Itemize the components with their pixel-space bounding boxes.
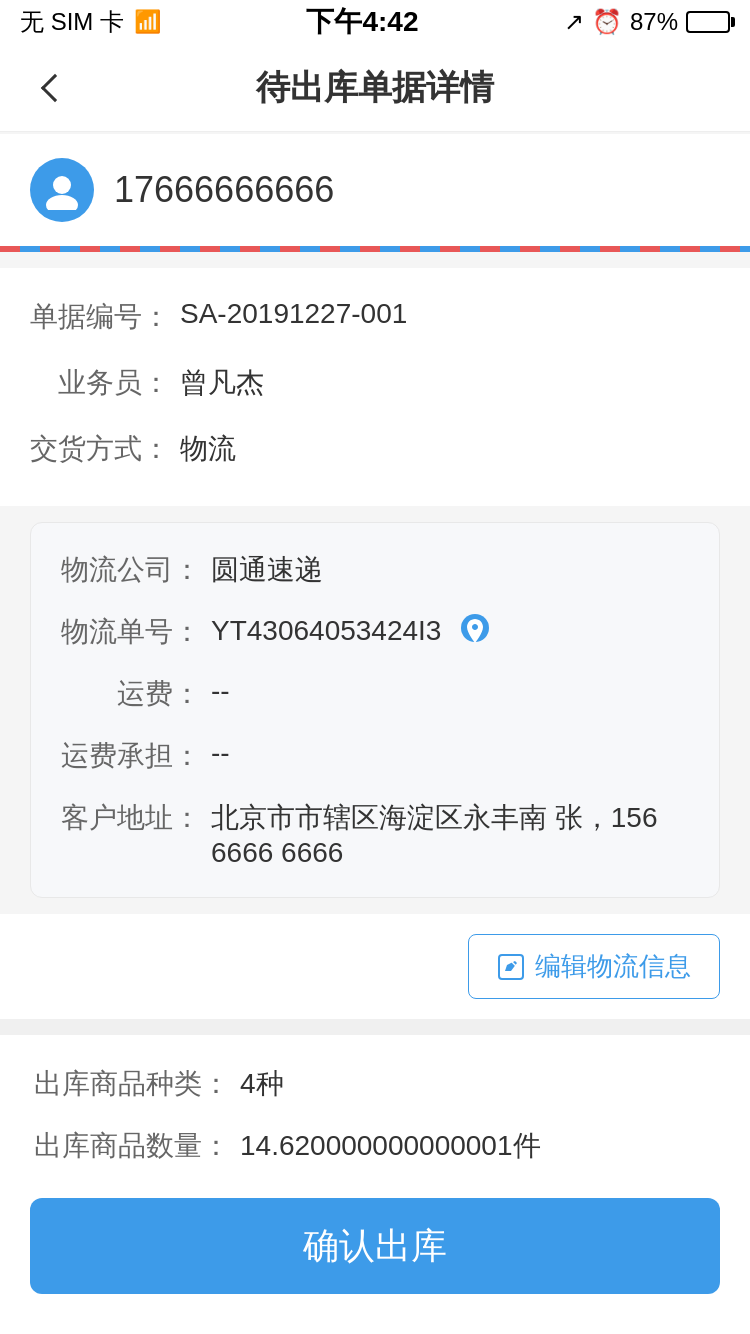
- edit-logistics-area: 编辑物流信息: [0, 914, 750, 1019]
- goods-qty-label: 出库商品数量：: [30, 1127, 230, 1165]
- back-button[interactable]: [30, 63, 80, 113]
- freight-label: 运费：: [61, 675, 201, 713]
- status-time: 下午4:42: [306, 3, 418, 41]
- address-label: 客户地址：: [61, 799, 201, 837]
- status-right: ↗ ⏰ 87%: [564, 8, 730, 36]
- customer-header: 17666666666: [0, 134, 750, 246]
- delivery-value: 物流: [180, 430, 720, 468]
- carrier-label: 无 SIM 卡: [20, 6, 124, 38]
- edit-icon: [497, 953, 525, 981]
- freight-bearer-value: --: [211, 737, 689, 769]
- battery-percent: 87%: [630, 8, 678, 36]
- doc-no-label: 单据编号：: [30, 298, 170, 336]
- confirm-btn-label: 确认出库: [303, 1222, 447, 1271]
- alarm-status-icon: ⏰: [592, 8, 622, 36]
- delivery-label: 交货方式：: [30, 430, 170, 468]
- confirm-btn-wrap: 确认出库: [0, 1178, 750, 1334]
- goods-qty-value: 14.620000000000001件: [240, 1127, 541, 1165]
- tracking-label: 物流单号：: [61, 613, 201, 651]
- basic-info-section: 单据编号： SA-20191227-001 业务员： 曾凡杰 交货方式： 物流: [0, 268, 750, 506]
- delivery-row: 交货方式： 物流: [30, 430, 720, 468]
- logistics-company-value: 圆通速递: [211, 551, 689, 589]
- tracking-number: YT43064053424I3: [211, 615, 441, 647]
- address-row: 客户地址： 北京市市辖区海淀区永丰南 张，156 6666 6666: [61, 799, 689, 869]
- status-bar: 无 SIM 卡 📶 下午4:42 ↗ ⏰ 87%: [0, 0, 750, 44]
- location-status-icon: ↗: [564, 8, 584, 36]
- status-left: 无 SIM 卡 📶: [20, 6, 161, 38]
- dashed-divider: [0, 246, 750, 252]
- freight-value: --: [211, 675, 689, 707]
- svg-point-0: [53, 176, 71, 194]
- salesman-row: 业务员： 曾凡杰: [30, 364, 720, 402]
- edit-logistics-label: 编辑物流信息: [535, 949, 691, 984]
- avatar: [30, 158, 94, 222]
- salesman-value: 曾凡杰: [180, 364, 720, 402]
- goods-qty-row: 出库商品数量： 14.620000000000001件: [30, 1127, 720, 1165]
- tracking-value: YT43064053424I3: [211, 613, 689, 649]
- freight-bearer-row: 运费承担： --: [61, 737, 689, 775]
- goods-type-label: 出库商品种类：: [30, 1065, 230, 1103]
- back-arrow-icon: [41, 73, 69, 101]
- wifi-icon: 📶: [134, 9, 161, 35]
- edit-logistics-button[interactable]: 编辑物流信息: [468, 934, 720, 999]
- logistics-card: 物流公司： 圆通速递 物流单号： YT43064053424I3 运费： -- …: [30, 522, 720, 898]
- svg-point-1: [46, 195, 78, 210]
- nav-bar: 待出库单据详情: [0, 44, 750, 132]
- customer-phone: 17666666666: [114, 169, 334, 211]
- tracking-row: 物流单号： YT43064053424I3: [61, 613, 689, 651]
- goods-type-row: 出库商品种类： 4种: [30, 1065, 720, 1103]
- freight-row: 运费： --: [61, 675, 689, 713]
- logistics-company-label: 物流公司：: [61, 551, 201, 589]
- gray-separator: [0, 1019, 750, 1035]
- page-title: 待出库单据详情: [80, 65, 670, 111]
- goods-type-value: 4种: [240, 1065, 284, 1103]
- address-value: 北京市市辖区海淀区永丰南 张，156 6666 6666: [211, 799, 689, 869]
- doc-no-value: SA-20191227-001: [180, 298, 720, 330]
- salesman-label: 业务员：: [30, 364, 170, 402]
- logistics-company-row: 物流公司： 圆通速递: [61, 551, 689, 589]
- confirm-outbound-button[interactable]: 确认出库: [30, 1198, 720, 1294]
- avatar-icon: [42, 170, 82, 210]
- map-pin-icon[interactable]: [457, 613, 493, 649]
- freight-bearer-label: 运费承担：: [61, 737, 201, 775]
- battery-icon: [686, 11, 730, 33]
- doc-no-row: 单据编号： SA-20191227-001: [30, 298, 720, 336]
